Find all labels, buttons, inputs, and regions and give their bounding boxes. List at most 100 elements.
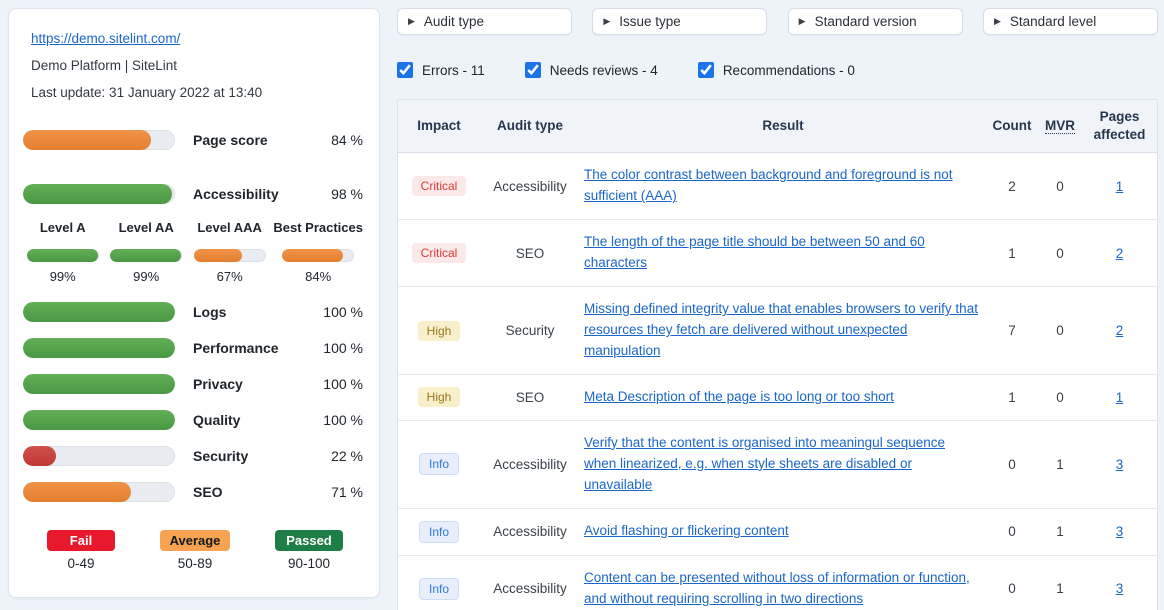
mvr-cell: 0 [1038, 152, 1082, 221]
pages-affected-link[interactable]: 1 [1116, 179, 1124, 194]
result-link[interactable]: The length of the page title should be b… [584, 234, 925, 270]
filter-standard-level[interactable]: ▶ Standard level [982, 8, 1158, 35]
filter-label: Audit type [423, 14, 484, 29]
table-row: Info Accessibility Content can be presen… [398, 555, 1157, 610]
score-value: 71 % [331, 484, 363, 500]
result-link[interactable]: Content can be presented without loss of… [584, 570, 970, 606]
errors-checkbox[interactable] [397, 62, 413, 78]
score-row-privacy: Privacy 100 % [23, 374, 363, 394]
score-value: 22 % [331, 448, 363, 464]
main-area: ▶ Audit type ▶ Issue type ▶ Standard ver… [397, 8, 1158, 610]
pages-affected-link[interactable]: 3 [1116, 581, 1124, 596]
level-aaa-pct: 67% [216, 269, 243, 284]
impact-badge: Info [418, 577, 459, 600]
audit-type-cell: SEO [480, 374, 580, 421]
result-link[interactable]: Missing defined integrity value that ena… [584, 301, 978, 358]
filter-standard-version[interactable]: ▶ Standard version [787, 8, 963, 35]
score-label: Privacy [193, 376, 243, 392]
results-table-card: Impact Audit type Result Count MVR Pages… [397, 99, 1158, 610]
impact-badge: Critical [411, 243, 467, 264]
triangle-right-icon: ▶ [798, 16, 806, 26]
score-value: 98 % [331, 186, 363, 202]
score-label: Security [193, 448, 249, 464]
mvr-cell: 1 [1038, 555, 1082, 610]
score-label: Performance [193, 340, 279, 356]
seo-bar [23, 482, 175, 502]
privacy-bar-fill [23, 374, 175, 394]
level-a-bar-fill [26, 249, 98, 262]
count-cell: 0 [986, 508, 1038, 556]
score-value: 100 % [323, 412, 363, 428]
score-row-seo: SEO 71 % [23, 482, 363, 502]
result-link[interactable]: The color contrast between background an… [584, 167, 952, 203]
legend-item-passed: Passed 90-100 [274, 530, 343, 571]
score-value: 100 % [323, 304, 363, 320]
triangle-right-icon: ▶ [993, 16, 1001, 26]
table-row: High Security Missing defined integrity … [398, 286, 1157, 375]
table-row: Critical Accessibility The color contras… [398, 152, 1157, 221]
privacy-bar [23, 374, 175, 394]
recommendations-checkbox[interactable] [697, 62, 714, 78]
pages-affected-link[interactable]: 2 [1116, 246, 1124, 261]
pages-affected-link[interactable]: 2 [1116, 323, 1124, 338]
audit-type-cell: Accessibility [480, 555, 580, 610]
site-url: https://demo.sitelint.com/ [31, 31, 363, 46]
level-aaa-bar [193, 249, 266, 262]
filter-label: Standard version [814, 14, 917, 29]
score-row-quality: Quality 100 % [23, 410, 363, 430]
logs-bar [23, 302, 175, 322]
mvr-abbr: MVR [1045, 118, 1075, 135]
impact-badge: Info [418, 453, 459, 476]
audit-type-cell: SEO [480, 219, 580, 288]
legend-fail-range: 0-49 [67, 556, 95, 571]
toggle-recommendations[interactable]: Recommendations - 0 [697, 62, 855, 78]
level-aa-bar [110, 249, 183, 262]
needs-reviews-checkbox[interactable] [524, 62, 541, 78]
best-practices-pct: 84% [305, 269, 332, 284]
pages-affected-link[interactable]: 1 [1116, 390, 1124, 405]
score-label: SEO [193, 484, 223, 500]
score-value: 100 % [323, 376, 363, 392]
accessibility-bar [23, 184, 175, 204]
filter-issue-type[interactable]: ▶ Issue type [592, 8, 768, 35]
level-aaa-label: Level AAA [197, 220, 262, 235]
accessibility-bar-fill [23, 184, 172, 204]
triangle-right-icon: ▶ [603, 16, 611, 26]
toggle-bar: Errors - 11 Needs reviews - 4 Recommenda… [397, 62, 1158, 78]
table-header-row: Impact Audit type Result Count MVR Pages… [398, 100, 1157, 154]
page-score-bar-fill [23, 130, 151, 150]
best-practices-bar [282, 249, 355, 262]
pages-affected-link[interactable]: 3 [1116, 457, 1124, 472]
toggle-label: Recommendations - 0 [722, 62, 855, 78]
score-label: Accessibility [193, 186, 279, 202]
pages-affected-link[interactable]: 3 [1116, 524, 1124, 539]
performance-bar-fill [23, 338, 175, 358]
score-row-security: Security 22 % [23, 446, 363, 466]
result-link[interactable]: Verify that the content is organised int… [584, 435, 945, 492]
toggle-errors[interactable]: Errors - 11 [397, 62, 485, 78]
table-row: High SEO Meta Description of the page is… [398, 374, 1157, 421]
audit-type-cell: Accessibility [480, 420, 580, 509]
mvr-cell: 1 [1038, 420, 1082, 509]
score-value: 84 % [331, 132, 363, 148]
legend-item-average: Average 50-89 [159, 530, 231, 571]
site-url-link[interactable]: https://demo.sitelint.com/ [31, 31, 180, 46]
level-aa-label: Level AA [118, 220, 174, 235]
result-link[interactable]: Avoid flashing or flickering content [584, 523, 789, 538]
impact-badge: High [417, 320, 461, 341]
filter-audit-type[interactable]: ▶ Audit type [397, 8, 572, 35]
score-row-accessibility: Accessibility 98 % [23, 184, 363, 204]
result-link[interactable]: Meta Description of the page is too long… [584, 389, 894, 404]
level-a-bar [26, 249, 99, 262]
toggle-needs-reviews[interactable]: Needs reviews - 4 [524, 62, 658, 78]
score-label: Logs [193, 304, 227, 320]
mvr-cell: 0 [1038, 286, 1082, 375]
audit-type-cell: Accessibility [480, 152, 580, 221]
legend-average-badge: Average [159, 530, 231, 551]
level-a-pct: 99% [49, 269, 76, 284]
audit-type-cell: Security [480, 286, 580, 375]
audit-type-cell: Accessibility [480, 508, 580, 556]
site-name: Demo Platform | SiteLint [31, 58, 178, 73]
summary-card: https://demo.sitelint.com/ Demo Platform… [8, 8, 380, 598]
mvr-cell: 0 [1038, 374, 1082, 421]
